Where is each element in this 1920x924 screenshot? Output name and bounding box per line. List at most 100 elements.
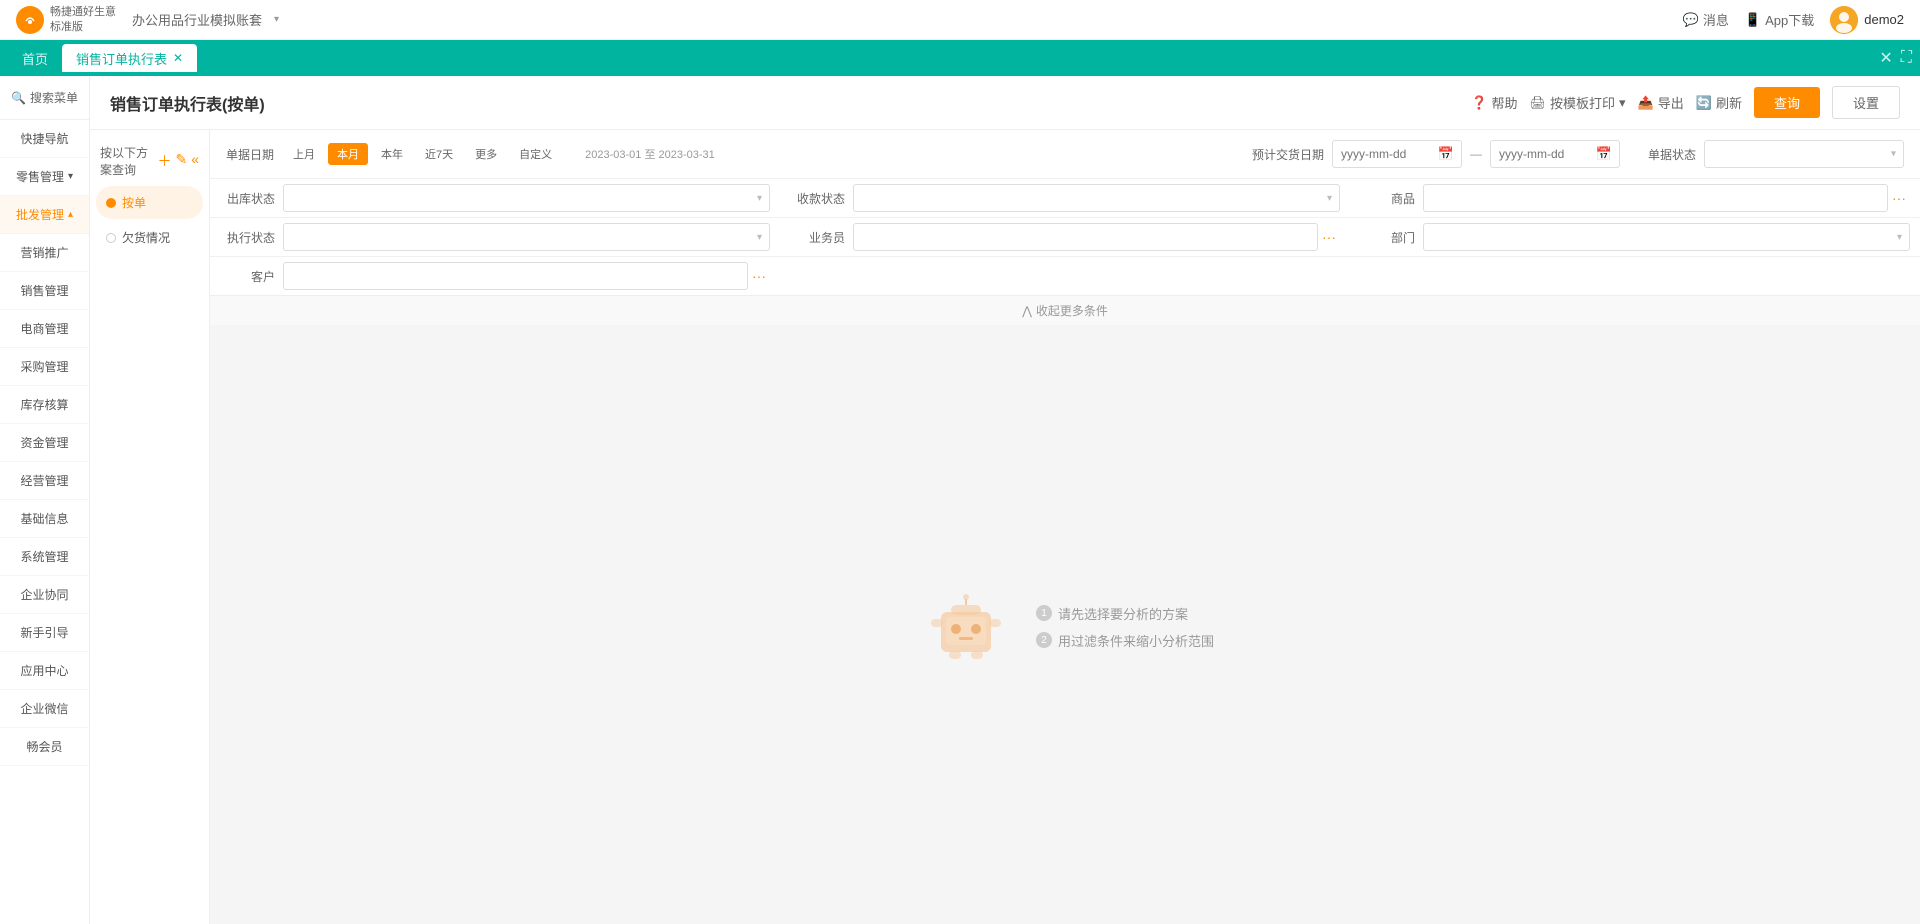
- date-tab-last-month[interactable]: 上月: [284, 143, 324, 165]
- app-download-btn[interactable]: 📱 App下载: [1745, 10, 1814, 29]
- sidebar-item-enterprise[interactable]: 企业协同: [0, 576, 89, 614]
- sidebar-item-finance[interactable]: 资金管理: [0, 424, 89, 462]
- sidebar-item-ecommerce-label: 电商管理: [20, 320, 68, 337]
- sidebar-item-member[interactable]: 畅会员: [0, 728, 89, 766]
- execution-status-control: ▾: [283, 223, 770, 251]
- template-print-btn[interactable]: 🖨 按模板打印 ▾: [1530, 93, 1626, 112]
- date-filter-tabs: 上月 本月 本年 近7天 更多 自定义: [284, 143, 561, 165]
- sub-sidebar: 按以下方案查询 ＋ ✎ « 按单 欠货情况: [90, 130, 210, 924]
- sidebar-item-newbie-label: 新手引导: [20, 624, 68, 641]
- user-area[interactable]: demo2: [1830, 6, 1904, 34]
- sub-sidebar-actions: ＋ ✎ «: [157, 151, 199, 171]
- sidebar-item-operations[interactable]: 经营管理: [0, 462, 89, 500]
- sidebar-item-apps[interactable]: 应用中心: [0, 652, 89, 690]
- message-icon: 💬: [1683, 12, 1699, 28]
- sidebar-item-operations-label: 经营管理: [20, 472, 68, 489]
- close-window-btn[interactable]: ✕: [1879, 48, 1892, 68]
- logo-area: 畅捷通好生意 标准版: [16, 5, 116, 34]
- delivery-status-select[interactable]: [283, 184, 770, 212]
- collapse-btn[interactable]: ⋀ 收起更多条件: [1022, 302, 1108, 319]
- status-label: 单据状态: [1648, 146, 1696, 163]
- sidebar-item-wholesale-label: 批发管理: [16, 206, 64, 223]
- active-dot-icon: [106, 198, 116, 208]
- add-scheme-btn[interactable]: ＋: [157, 151, 171, 171]
- print-dropdown-icon: ▾: [1619, 95, 1626, 111]
- salesperson-more-icon[interactable]: ···: [1318, 229, 1340, 245]
- goods-label: 商品: [1360, 190, 1415, 207]
- tab-home[interactable]: 首页: [8, 44, 62, 72]
- customer-more-icon[interactable]: ···: [748, 268, 770, 284]
- edit-scheme-btn[interactable]: ✎: [175, 151, 187, 171]
- help-icon: ❓: [1471, 95, 1487, 111]
- empty-state: 1 请先选择要分析的方案 2 用过滤条件来缩小分析范围: [210, 329, 1920, 924]
- collapse-icon: ⋀: [1022, 304, 1032, 318]
- sidebar-item-inventory-label: 库存核算: [20, 396, 68, 413]
- sidebar-search-area: 🔍 搜索菜单: [0, 76, 89, 120]
- collapse-subsidebar-btn[interactable]: «: [191, 151, 199, 171]
- sidebar-item-purchase[interactable]: 采购管理: [0, 348, 89, 386]
- date-tab-this-month[interactable]: 本月: [328, 143, 368, 165]
- avatar: [1830, 6, 1858, 34]
- date-end-input[interactable]: [1490, 140, 1620, 168]
- customer-cell: 客户 ···: [210, 257, 780, 295]
- hint-number-2: 2: [1036, 632, 1052, 648]
- date-tab-last7[interactable]: 近7天: [416, 143, 462, 165]
- sub-menu-item-debt-label: 欠货情况: [122, 229, 170, 246]
- sidebar-item-wechat[interactable]: 企业微信: [0, 690, 89, 728]
- expected-date-label: 预计交货日期: [1252, 146, 1324, 163]
- sidebar-item-ecommerce[interactable]: 电商管理: [0, 310, 89, 348]
- sidebar-item-marketing[interactable]: 营销推广: [0, 234, 89, 272]
- goods-input[interactable]: [1423, 184, 1888, 212]
- app-download-icon: 📱: [1745, 12, 1761, 28]
- empty-illustration: [916, 577, 1016, 677]
- date-tab-more[interactable]: 更多: [466, 143, 506, 165]
- delivery-status-label: 出库状态: [220, 190, 275, 207]
- date-label: 单据日期: [226, 146, 274, 163]
- salesperson-cell: 业务员 ···: [780, 218, 1350, 256]
- sidebar-item-marketing-label: 营销推广: [20, 244, 68, 261]
- empty-hint-1: 1 请先选择要分析的方案: [1036, 604, 1214, 623]
- sidebar-item-purchase-label: 采购管理: [20, 358, 68, 375]
- sidebar-item-inventory[interactable]: 库存核算: [0, 386, 89, 424]
- date-tab-this-year[interactable]: 本年: [372, 143, 412, 165]
- maximize-window-btn[interactable]: ⛶: [1901, 49, 1912, 67]
- sidebar-item-retail[interactable]: 零售管理 ▾: [0, 158, 89, 196]
- sidebar-item-wholesale[interactable]: 批发管理 ▴: [0, 196, 89, 234]
- sidebar-item-newbie[interactable]: 新手引导: [0, 614, 89, 652]
- sidebar-item-system[interactable]: 系统管理: [0, 538, 89, 576]
- settings-btn[interactable]: 设置: [1832, 86, 1900, 119]
- goods-more-icon[interactable]: ···: [1888, 190, 1910, 206]
- collection-status-label: 收款状态: [790, 190, 845, 207]
- sub-menu-item-order[interactable]: 按单: [96, 186, 203, 219]
- sidebar-item-shortcut[interactable]: 快捷导航: [0, 120, 89, 158]
- help-btn[interactable]: ❓ 帮助: [1471, 93, 1517, 112]
- logo-text: 畅捷通好生意 标准版: [50, 5, 116, 34]
- department-select[interactable]: [1423, 223, 1910, 251]
- tab-close-icon[interactable]: ✕: [173, 52, 183, 64]
- refresh-btn[interactable]: 🔄 刷新: [1696, 93, 1742, 112]
- system-dropdown-icon[interactable]: ▾: [274, 14, 279, 25]
- top-bar-left: 畅捷通好生意 标准版 办公用品行业模拟账套 ▾: [16, 5, 279, 34]
- tab-home-label: 首页: [22, 49, 48, 68]
- sub-menu-item-debt[interactable]: 欠货情况: [96, 221, 203, 254]
- execution-status-label: 执行状态: [220, 229, 275, 246]
- query-btn[interactable]: 查询: [1754, 87, 1820, 118]
- sidebar-item-basic[interactable]: 基础信息: [0, 500, 89, 538]
- date-start-input[interactable]: [1332, 140, 1462, 168]
- empty-hint-2: 2 用过滤条件来缩小分析范围: [1036, 631, 1214, 650]
- collection-status-select[interactable]: [853, 184, 1340, 212]
- page-header: 销售订单执行表(按单) ❓ 帮助 🖨 按模板打印 ▾ 📤 导出 🔄 刷新: [90, 76, 1920, 130]
- sidebar-item-sales[interactable]: 销售管理: [0, 272, 89, 310]
- execution-status-select[interactable]: [283, 223, 770, 251]
- status-select[interactable]: [1704, 140, 1904, 168]
- customer-input[interactable]: [283, 262, 748, 290]
- chevron-up-icon: ▴: [68, 209, 73, 220]
- date-separator: —: [1470, 147, 1482, 161]
- message-btn[interactable]: 💬 消息: [1683, 10, 1729, 29]
- tab-sales-order[interactable]: 销售订单执行表 ✕: [62, 44, 197, 72]
- tab-sales-order-label: 销售订单执行表: [76, 49, 167, 68]
- search-menu-btn[interactable]: 🔍 搜索菜单: [6, 84, 83, 111]
- export-btn[interactable]: 📤 导出: [1638, 93, 1684, 112]
- salesperson-input[interactable]: [853, 223, 1318, 251]
- date-tab-custom[interactable]: 自定义: [510, 143, 561, 165]
